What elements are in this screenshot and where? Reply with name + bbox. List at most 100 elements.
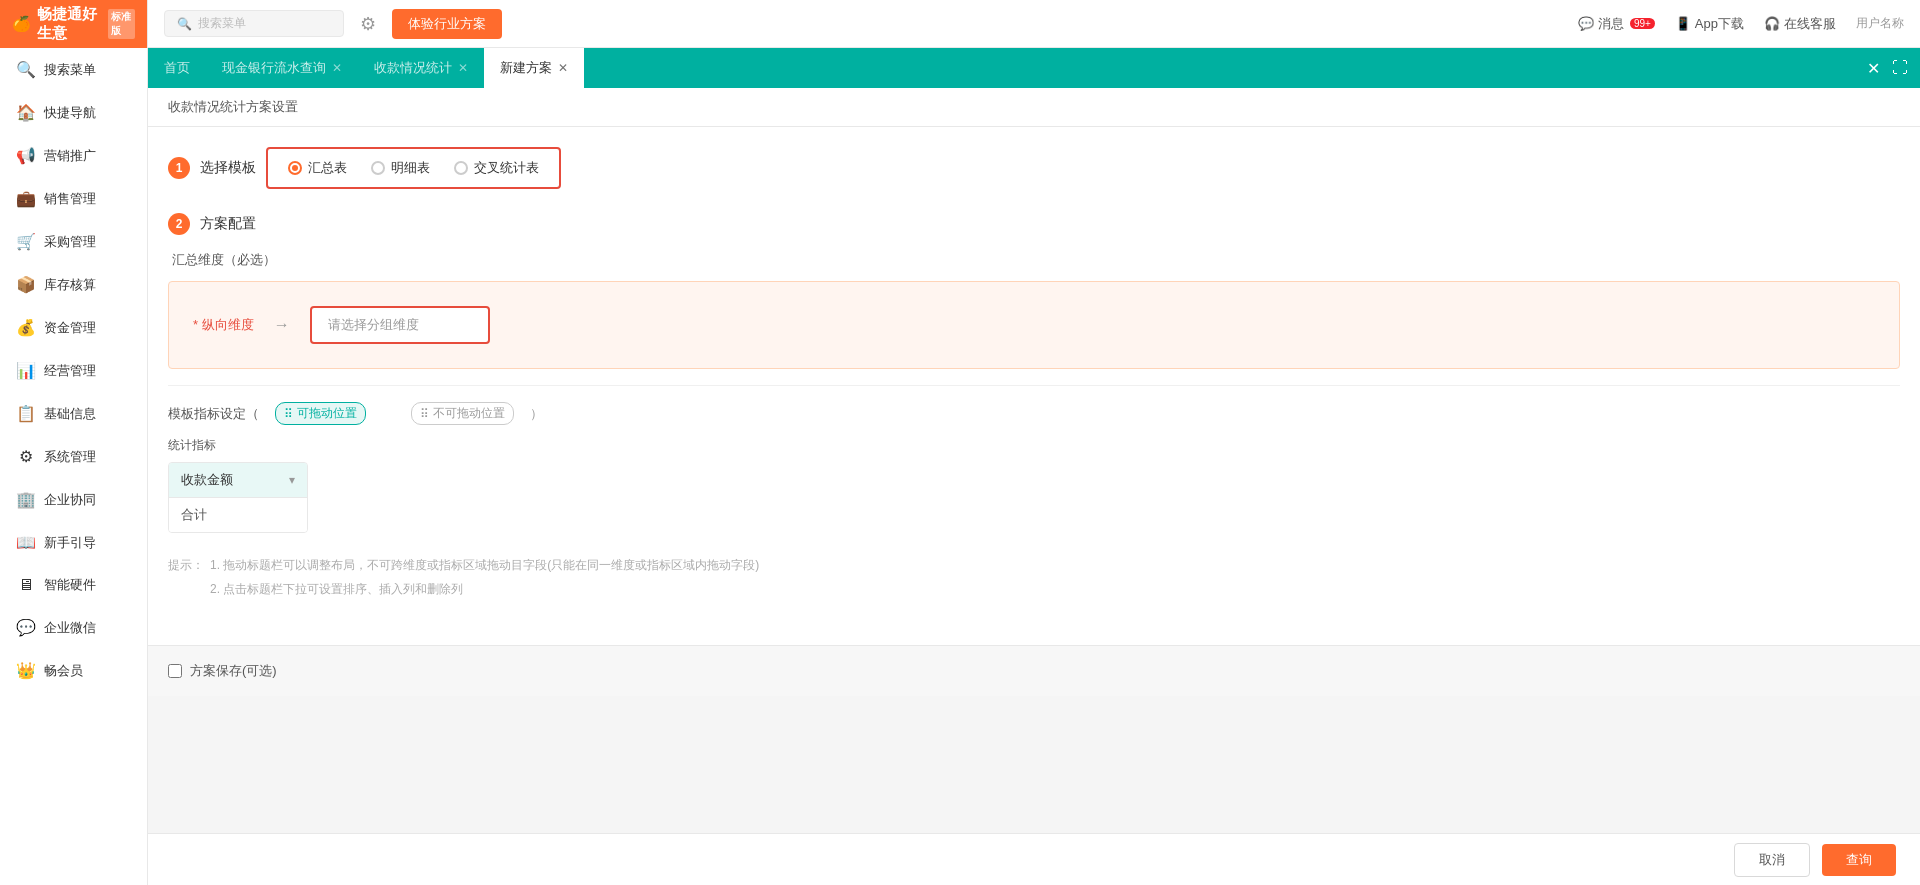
radio-cross-label: 交叉统计表 xyxy=(474,159,539,177)
gear-icon[interactable]: ⚙ xyxy=(360,13,376,35)
metrics-group-label: 统计指标 xyxy=(168,437,216,454)
tab-label-0: 首页 xyxy=(164,59,190,77)
non-draggable-label: 不可拖动位置 xyxy=(433,405,505,422)
tab-2[interactable]: 收款情况统计✕ xyxy=(358,48,484,88)
search-bar[interactable]: 🔍 搜索菜单 xyxy=(164,10,344,37)
tab-0[interactable]: 首页 xyxy=(148,48,206,88)
sidebar-label-4: 采购管理 xyxy=(44,233,96,251)
sidebar-item-7[interactable]: 📊 经营管理 xyxy=(0,349,147,392)
tab-close-2[interactable]: ✕ xyxy=(458,61,468,75)
tab-close-3[interactable]: ✕ xyxy=(558,61,568,75)
tab-label-3: 新建方案 xyxy=(500,59,552,77)
tips-section: 提示： 1. 拖动标题栏可以调整布局，不可跨维度或指标区域拖动目字段(只能在同一… xyxy=(168,553,1900,601)
download-icon: 📱 xyxy=(1675,16,1691,31)
dimension-selector[interactable]: 请选择分组维度 xyxy=(310,306,490,344)
service-label: 在线客服 xyxy=(1784,15,1836,33)
radio-detail-label: 明细表 xyxy=(391,159,430,177)
save-checkbox[interactable] xyxy=(168,664,182,678)
sidebar-icon-7: 📊 xyxy=(16,361,36,380)
step1-section: 1 选择模板 汇总表 明细表 交叉统计表 xyxy=(168,147,1900,189)
step1-badge: 1 xyxy=(168,157,190,179)
page-header: 收款情况统计方案设置 xyxy=(148,88,1920,127)
sidebar-icon-3: 💼 xyxy=(16,189,36,208)
maximize-icon[interactable]: ⛶ xyxy=(1892,59,1908,77)
sidebar-icon-10: 🏢 xyxy=(16,490,36,509)
vertical-label: 纵向维度 xyxy=(193,316,254,334)
sidebar-label-9: 系统管理 xyxy=(44,448,96,466)
bottom-bar: 取消 查询 xyxy=(148,833,1920,885)
download-label: App下载 xyxy=(1695,15,1744,33)
sidebar-icon-13: 💬 xyxy=(16,618,36,637)
sidebar-icon-14: 👑 xyxy=(16,661,36,680)
sidebar-label-0: 搜索菜单 xyxy=(44,61,96,79)
tip-line-1: 提示： 1. 拖动标题栏可以调整布局，不可跨维度或指标区域拖动目字段(只能在同一… xyxy=(168,553,1900,577)
message-icon: 💬 xyxy=(1578,16,1594,31)
metrics-table-header[interactable]: 收款金额 ▾ xyxy=(169,463,307,498)
topbar: 🔍 搜索菜单 ⚙ 体验行业方案 💬 消息 99+ 📱 App下载 🎧 在线客服 … xyxy=(148,0,1920,48)
close-window-icon[interactable]: ✕ xyxy=(1867,59,1880,78)
sidebar-label-1: 快捷导航 xyxy=(44,104,96,122)
step2-title: 方案配置 xyxy=(200,215,256,233)
sidebar-icon-8: 📋 xyxy=(16,404,36,423)
radio-summary[interactable]: 汇总表 xyxy=(288,159,347,177)
sidebar-item-10[interactable]: 🏢 企业协同 xyxy=(0,478,147,521)
drag-icon: ⠿ xyxy=(284,407,293,421)
sidebar-item-1[interactable]: 🏠 快捷导航 xyxy=(0,91,147,134)
metrics-sep xyxy=(382,405,395,423)
non-drag-icon: ⠿ xyxy=(420,407,429,421)
sidebar-icon-9: ⚙ xyxy=(16,447,36,466)
topbar-right: 💬 消息 99+ 📱 App下载 🎧 在线客服 用户名称 xyxy=(1578,15,1904,33)
metrics-group: 统计指标 收款金额 ▾ 合计 xyxy=(168,437,308,533)
message-badge: 99+ xyxy=(1630,18,1655,29)
radio-summary-dot xyxy=(288,161,302,175)
app-name: 畅捷通好生意 xyxy=(37,5,102,43)
query-button[interactable]: 查询 xyxy=(1822,844,1896,876)
tip2: 2. 点击标题栏下拉可设置排序、插入列和删除列 xyxy=(210,577,463,601)
sidebar-item-3[interactable]: 💼 销售管理 xyxy=(0,177,147,220)
chevron-down-icon: ▾ xyxy=(289,473,295,487)
sidebar-item-4[interactable]: 🛒 采购管理 xyxy=(0,220,147,263)
metrics-section: 模板指标设定（ ⠿ 可拖动位置 ⠿ 不可拖动位置 ） xyxy=(168,402,1900,533)
step2-header: 2 方案配置 xyxy=(168,213,1900,235)
sidebar-item-11[interactable]: 📖 新手引导 xyxy=(0,521,147,564)
sidebar-item-2[interactable]: 📢 营销推广 xyxy=(0,134,147,177)
sidebar-icon-0: 🔍 xyxy=(16,60,36,79)
service-btn[interactable]: 🎧 在线客服 xyxy=(1764,15,1836,33)
edition-badge: 标准版 xyxy=(108,9,136,39)
tip1: 1. 拖动标题栏可以调整布局，不可跨维度或指标区域拖动目字段(只能在同一维度或指… xyxy=(210,553,759,577)
logo-icon: 🍊 xyxy=(12,15,31,33)
tabbar: 首页现金银行流水查询✕收款情况统计✕ 新建方案 ✕ ✕ ⛶ xyxy=(148,48,1920,88)
step1-title: 选择模板 xyxy=(200,159,256,177)
content-area: 1 选择模板 汇总表 明细表 交叉统计表 xyxy=(148,127,1920,645)
sidebar-item-12[interactable]: 🖥 智能硬件 xyxy=(0,564,147,606)
tab-close-1[interactable]: ✕ xyxy=(332,61,342,75)
sidebar-label-5: 库存核算 xyxy=(44,276,96,294)
sidebar-item-6[interactable]: 💰 资金管理 xyxy=(0,306,147,349)
sidebar-item-8[interactable]: 📋 基础信息 xyxy=(0,392,147,435)
tab-3[interactable]: 新建方案 ✕ xyxy=(484,48,584,88)
non-draggable-badge: ⠿ 不可拖动位置 xyxy=(411,402,514,425)
radio-cross-dot xyxy=(454,161,468,175)
sidebar-item-13[interactable]: 💬 企业微信 xyxy=(0,606,147,649)
config-section: 汇总维度（必选） 纵向维度 → 请选择分组维度 模板指标设定（ ⠿ xyxy=(168,251,1900,601)
dimension-area: 纵向维度 → 请选择分组维度 xyxy=(168,281,1900,369)
search-placeholder: 搜索菜单 xyxy=(198,15,246,32)
main-content: 收款情况统计方案设置 1 选择模板 汇总表 明细表 xyxy=(148,88,1920,885)
tab-1[interactable]: 现金银行流水查询✕ xyxy=(206,48,358,88)
service-icon: 🎧 xyxy=(1764,16,1780,31)
radio-summary-label: 汇总表 xyxy=(308,159,347,177)
sidebar-label-3: 销售管理 xyxy=(44,190,96,208)
sidebar-item-0[interactable]: 🔍 搜索菜单 xyxy=(0,48,147,91)
dimension-section-label: 汇总维度（必选） xyxy=(168,251,1900,269)
cancel-button[interactable]: 取消 xyxy=(1734,843,1810,877)
sidebar-item-14[interactable]: 👑 畅会员 xyxy=(0,649,147,692)
download-btn[interactable]: 📱 App下载 xyxy=(1675,15,1744,33)
draggable-label: 可拖动位置 xyxy=(297,405,357,422)
sidebar-item-9[interactable]: ⚙ 系统管理 xyxy=(0,435,147,478)
trial-button[interactable]: 体验行业方案 xyxy=(392,9,502,39)
message-btn[interactable]: 💬 消息 99+ xyxy=(1578,15,1655,33)
footer-section: 方案保存(可选) xyxy=(148,645,1920,696)
radio-cross[interactable]: 交叉统计表 xyxy=(454,159,539,177)
sidebar-item-5[interactable]: 📦 库存核算 xyxy=(0,263,147,306)
radio-detail[interactable]: 明细表 xyxy=(371,159,430,177)
